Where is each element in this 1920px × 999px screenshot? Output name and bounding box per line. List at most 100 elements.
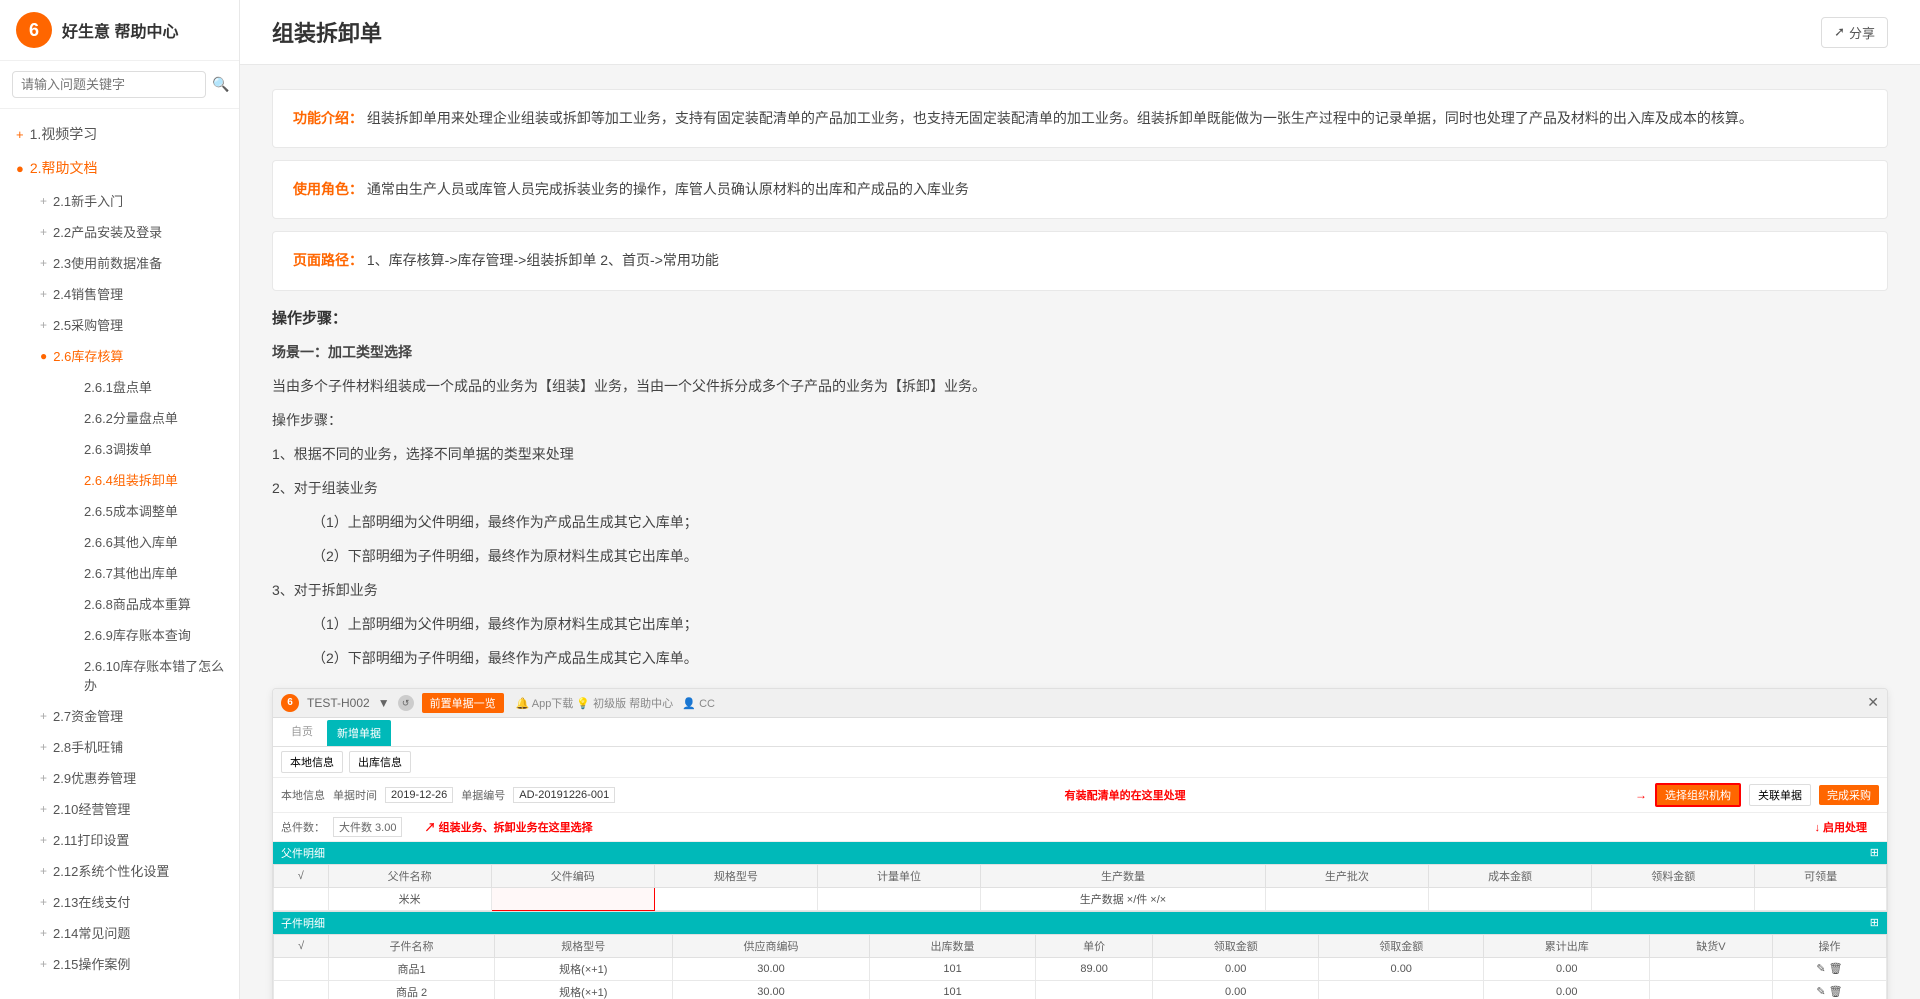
label: 2.6.5成本调整单 (84, 501, 178, 520)
search-input[interactable] (12, 71, 206, 98)
td2-check (274, 980, 329, 999)
annotation3: ↓ 启用处理 (1814, 819, 1867, 835)
sidebar-item-268[interactable]: 2.6.8商品成本重算 (72, 588, 239, 619)
td2-op[interactable]: ✎ 🗑 (1772, 957, 1886, 980)
sidebar-item-28[interactable]: + 2.8手机旺铺 (28, 731, 239, 762)
label: 2.9优惠券管理 (53, 768, 136, 787)
td-avail (1755, 887, 1887, 910)
sidebar-item-inventory[interactable]: ● 2.6库存核算 (28, 340, 239, 371)
td2-name: 商品1 (329, 957, 495, 980)
form-orderno-value: AD-20191226-001 (513, 787, 615, 803)
path-label: 页面路径： (293, 252, 363, 268)
scene1-title-text: 场景一：加工类型选择 (272, 344, 412, 360)
mock-table-upper: 父件明细 ⊞ √ 父件名称 父件编码 规格型号 计量单位 生产数量 生产批次 (273, 842, 1887, 912)
step1: 1、根据不同的业务，选择不同单据的类型来处理 (272, 440, 1888, 468)
sidebar-item-27[interactable]: + 2.7资金管理 (28, 700, 239, 731)
step2: 2、对于组装业务 (272, 474, 1888, 502)
role-text: 通常由生产人员或库管人员完成拆装业务的操作，库管人员确认原材料的出库和产成品的入… (367, 181, 969, 197)
mock-logo: 6 (281, 694, 299, 712)
sidebar-item-262[interactable]: 2.6.2分量盘点单 (72, 402, 239, 433)
sidebar-item-label: 2.4销售管理 (53, 284, 123, 303)
search-icon[interactable]: 🔍 (212, 76, 229, 93)
th2-qty: 出库数量 (870, 934, 1036, 957)
form-date-value: 2019-12-26 (385, 787, 453, 803)
th2-amount2: 领取金额 (1318, 934, 1484, 957)
sidebar-item-new-user[interactable]: + 2.1新手入门 (28, 185, 239, 216)
screenshot-mockup: 6 TEST-H002 ▼ ↺ 前置单据一览 🔔 App下载 💡 初级版 帮助中… (272, 688, 1888, 999)
page-title: 组装拆卸单 (272, 16, 382, 48)
sidebar-item-label: 1.视频学习 (30, 124, 98, 144)
sidebar-item-214[interactable]: + 2.14常见问题 (28, 917, 239, 948)
td-check (274, 887, 329, 910)
sidebar-item-data-prep[interactable]: + 2.3使用前数据准备 (28, 247, 239, 278)
sidebar-item-sales[interactable]: + 2.4销售管理 (28, 278, 239, 309)
sidebar-item-215[interactable]: + 2.15操作案例 (28, 948, 239, 979)
search-box: 🔍 (0, 61, 239, 109)
mock-subtoolbar: 本地信息 出库信息 (273, 747, 1887, 778)
mock-save-btn[interactable]: 本地信息 (281, 751, 343, 773)
td-pick (1592, 887, 1755, 910)
annotation2: ↗ 组装业务、拆卸业务在这里选择 (425, 819, 593, 835)
mock-titlebar-left: 6 TEST-H002 ▼ ↺ 前置单据一览 🔔 App下载 💡 初级版 帮助中… (281, 693, 715, 713)
sidebar-item-263[interactable]: 2.6.3调拨单 (72, 433, 239, 464)
lower-table: √ 子件名称 规格型号 供应商编码 出库数量 单价 领取金额 领取金额 累计出库… (273, 934, 1887, 999)
summary-count: 大件数 3.00 (333, 817, 402, 837)
td2-spec: 规格(×+1) (494, 980, 672, 999)
sidebar-item-docs[interactable]: ● 2.帮助文档 (0, 151, 239, 185)
sidebar-item-269[interactable]: 2.6.9库存账本查询 (72, 619, 239, 650)
nav-tree: + 1.视频学习 ● 2.帮助文档 + 2.1新手入门 + 2.2产品安装及登录… (0, 109, 239, 999)
th-check: √ (274, 864, 329, 887)
sidebar-item-211[interactable]: + 2.11打印设置 (28, 824, 239, 855)
td2-check (274, 957, 329, 980)
role-card: 使用角色： 通常由生产人员或库管人员完成拆装业务的操作，库管人员确认原材料的出库… (272, 160, 1888, 219)
th-unit: 计量单位 (817, 864, 980, 887)
label: 2.6.1盘点单 (84, 377, 152, 396)
sidebar-item-266[interactable]: 2.6.6其他入库单 (72, 526, 239, 557)
intro-label: 功能介绍： (293, 110, 363, 126)
td2-qty: 101 (870, 957, 1036, 980)
mock-confirm-btn[interactable]: 完成采购 (1819, 785, 1879, 805)
label: 2.6.2分量盘点单 (84, 408, 178, 427)
sidebar-item-264[interactable]: 2.6.4组装拆卸单 (72, 464, 239, 495)
td2-op[interactable]: ✎ 🗑 (1772, 980, 1886, 999)
sidebar-item-2610[interactable]: 2.6.10库存账本错了怎么办 (72, 650, 239, 700)
sidebar-item-video[interactable]: + 1.视频学习 (0, 117, 239, 151)
th-cost: 成本金额 (1429, 864, 1592, 887)
label: 2.6.8商品成本重算 (84, 594, 191, 613)
th2-total: 累计出库 (1484, 934, 1650, 957)
mock-preview-btn[interactable]: 出库信息 (349, 751, 411, 773)
sidebar-item-212[interactable]: + 2.12系统个性化设置 (28, 855, 239, 886)
label: 2.15操作案例 (53, 954, 130, 973)
th2-check: √ (274, 934, 329, 957)
mock-org-btn[interactable]: 关联单据 (1749, 784, 1811, 806)
sidebar-item-label: 2.3使用前数据准备 (53, 253, 162, 272)
mock-tab-home[interactable]: 自贡 (281, 718, 323, 746)
label: 2.6.7其他出库单 (84, 563, 178, 582)
expand-icon: + (40, 194, 47, 208)
mock-close-icon[interactable]: ✕ (1867, 694, 1879, 711)
share-button[interactable]: ➚ 分享 (1821, 17, 1888, 48)
label: 2.14常见问题 (53, 923, 130, 942)
sidebar-item-267[interactable]: 2.6.7其他出库单 (72, 557, 239, 588)
sidebar-item-210[interactable]: + 2.10经营管理 (28, 793, 239, 824)
scene1-title: 场景一：加工类型选择 (272, 338, 1888, 366)
mock-tab-new[interactable]: 新增单据 (327, 720, 391, 746)
annotation1: 有装配清单的在这里处理 (623, 787, 1627, 803)
expand-icon: + (40, 709, 47, 723)
sidebar-item-install[interactable]: + 2.2产品安装及登录 (28, 216, 239, 247)
th-code: 父件编码 (491, 864, 654, 887)
path-text: 1、库存核算->库存管理->组装拆卸单 2、首页->常用功能 (367, 252, 719, 268)
sidebar-item-29[interactable]: + 2.9优惠券管理 (28, 762, 239, 793)
sidebar-item-213[interactable]: + 2.13在线支付 (28, 886, 239, 917)
upper-table-icon: ⊞ (1870, 846, 1879, 859)
td-code[interactable] (491, 887, 654, 910)
sidebar-item-265[interactable]: 2.6.5成本调整单 (72, 495, 239, 526)
mock-assembly-btn[interactable]: 选择组织机构 (1655, 783, 1741, 807)
td2-supplier: 30.00 (672, 980, 869, 999)
path-card: 页面路径： 1、库存核算->库存管理->组装拆卸单 2、首页->常用功能 (272, 231, 1888, 290)
sidebar-item-purchase[interactable]: + 2.5采购管理 (28, 309, 239, 340)
expand-icon: + (40, 864, 47, 878)
td2-price (1035, 980, 1153, 999)
td-name: 米米 (328, 887, 491, 910)
sidebar-item-261[interactable]: 2.6.1盘点单 (72, 371, 239, 402)
